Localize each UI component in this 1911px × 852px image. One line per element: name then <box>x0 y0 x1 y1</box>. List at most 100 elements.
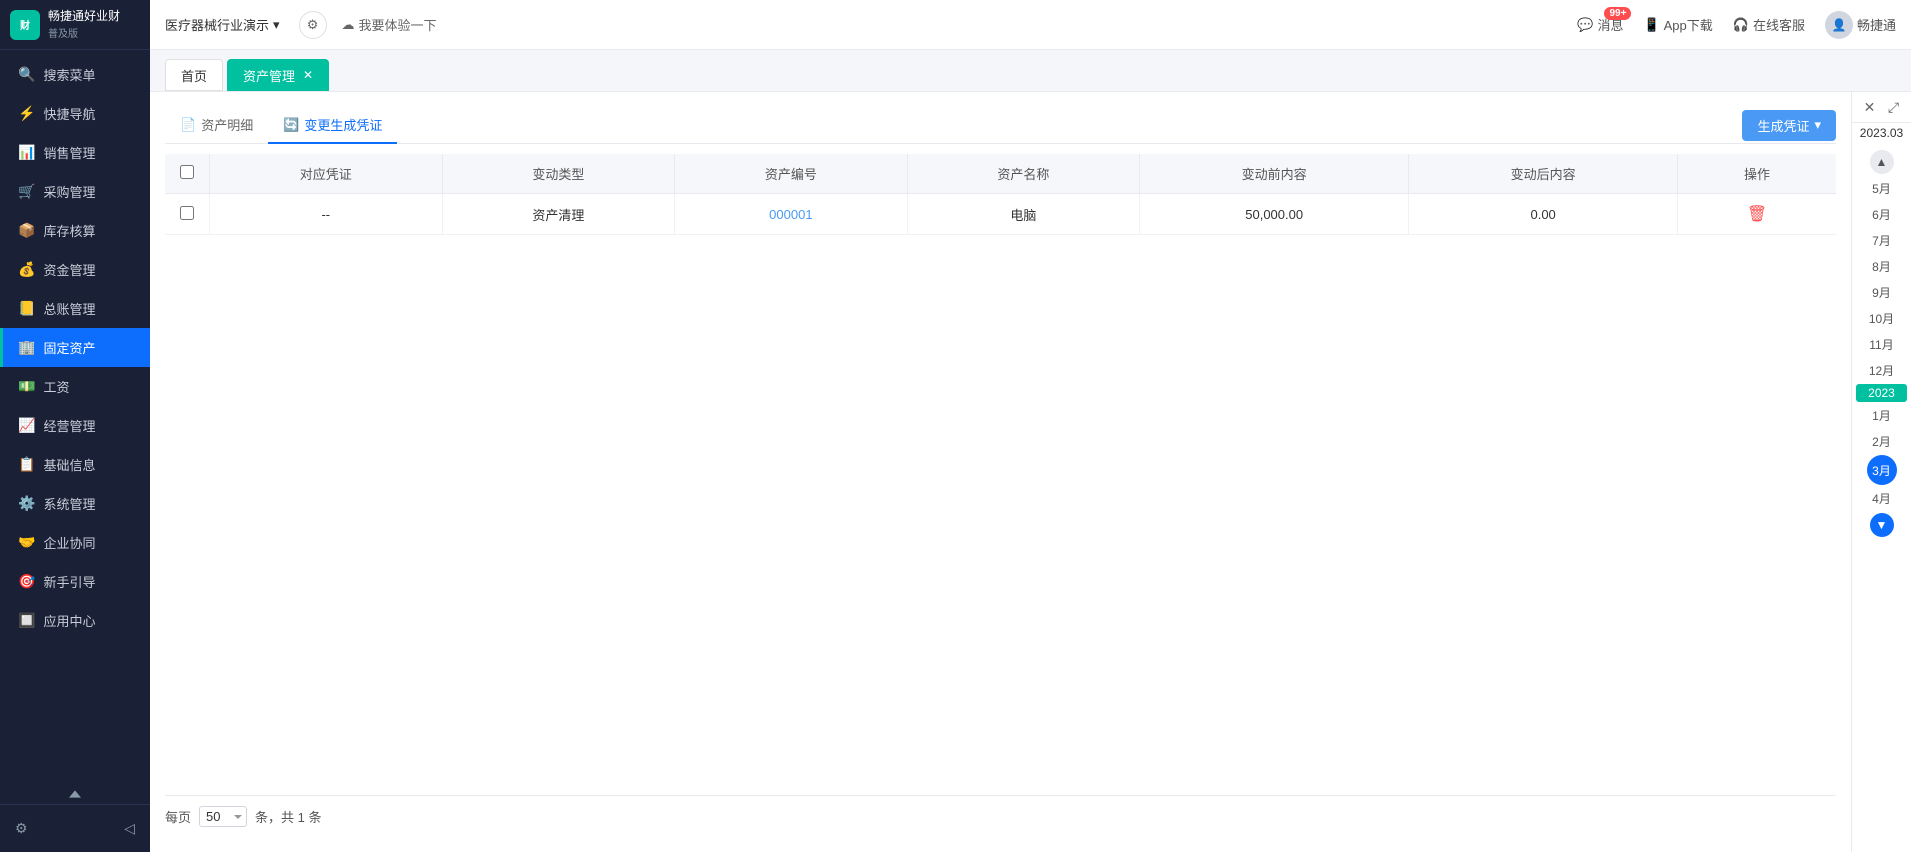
timeline-month-6月[interactable]: 6月 <box>1856 202 1907 227</box>
row-checkbox[interactable] <box>180 206 194 220</box>
sidebar-logo: 财 畅捷通好业财 普及版 <box>0 0 150 50</box>
main-wrapper: 医疗器械行业演示 ▾ ⚙ ☁ 我要体验一下 💬 消息 99+ 📱 App下载 🎧… <box>150 0 1911 852</box>
th-checkbox <box>165 154 210 194</box>
timeline-month-10月[interactable]: 10月 <box>1856 306 1907 331</box>
sidebar-item-inventory[interactable]: 📦库存核算 <box>0 211 150 250</box>
th-after-change: 变动后内容 <box>1409 154 1678 194</box>
row-checkbox-cell <box>165 194 210 235</box>
timeline-year-label: 2023.03 <box>1852 123 1911 143</box>
sidebar-item-guide[interactable]: 🎯新手引导 <box>0 562 150 601</box>
gen-voucher-button[interactable]: 生成凭证 ▾ <box>1742 110 1836 141</box>
sidebar-item-label: 搜索菜单 <box>43 65 95 84</box>
timeline-month-7月[interactable]: 7月 <box>1856 228 1907 253</box>
th-operation: 操作 <box>1678 154 1836 194</box>
sidebar-item-label: 固定资产 <box>43 338 95 357</box>
timeline-month-1月[interactable]: 1月 <box>1856 403 1907 428</box>
sidebar-item-sales[interactable]: 📊销售管理 <box>0 133 150 172</box>
sidebar-item-label: 基础信息 <box>43 455 95 474</box>
settings-footer-icon[interactable]: ⚙ <box>15 820 28 837</box>
collapse-icon[interactable]: ◁ <box>124 820 135 837</box>
inventory-icon: 📦 <box>18 222 35 239</box>
th-voucher: 对应凭证 <box>210 154 443 194</box>
timeline-month-8月[interactable]: 8月 <box>1856 254 1907 279</box>
sidebar-footer: ⚙ ◁ <box>0 804 150 852</box>
system-icon: ⚙️ <box>18 495 35 512</box>
header-settings-button[interactable]: ⚙ <box>299 11 327 39</box>
sales-icon: 📊 <box>18 144 35 161</box>
sidebar-item-label: 采购管理 <box>43 182 95 201</box>
th-change-type: 变动类型 <box>442 154 675 194</box>
chevron-down-icon: ▾ <box>273 17 280 33</box>
sidebar-item-label: 快捷导航 <box>43 104 95 123</box>
sidebar-item-operations[interactable]: 📈经营管理 <box>0 406 150 445</box>
sidebar-item-label: 系统管理 <box>43 494 95 513</box>
th-before-change: 变动前内容 <box>1140 154 1409 194</box>
sidebar-item-funds[interactable]: 💰资金管理 <box>0 250 150 289</box>
sidebar-item-system[interactable]: ⚙️ 系统管理 <box>0 484 150 523</box>
fixed-assets-icon: 🏢 <box>18 339 35 356</box>
app-download-action[interactable]: 📱 App下载 <box>1643 15 1712 34</box>
timeline-month-12月[interactable]: 12月 <box>1856 358 1907 383</box>
sidebar-item-base-info[interactable]: 📋基础信息 <box>0 445 150 484</box>
sidebar-item-app-center[interactable]: 🔲 应用中心 <box>0 601 150 640</box>
sub-tab-asset-detail-label: 资产明细 <box>201 115 253 134</box>
sidebar-nav: 🔍搜索菜单 ⚡ 快捷导航 📊销售管理🛒采购管理📦库存核算💰资金管理📒总账管理 🏢 固定资产… <box>0 50 150 784</box>
tab-close-icon[interactable]: ✕ <box>303 69 313 81</box>
timeline-month-2月[interactable]: 2月 <box>1856 429 1907 454</box>
timeline-nav-up[interactable]: ▲ <box>1870 150 1894 174</box>
payroll-icon: 💵 <box>18 378 35 395</box>
user-action[interactable]: 👤 畅捷通 <box>1825 11 1896 39</box>
tab-home-label: 首页 <box>181 66 207 85</box>
sidebar-item-label: 经营管理 <box>43 416 95 435</box>
message-badge: 99+ <box>1604 7 1631 20</box>
timeline-month-3月[interactable]: 3月 <box>1867 455 1897 485</box>
row-change-type: 资产清理 <box>442 194 675 235</box>
timeline-nav-down[interactable]: ▼ <box>1870 513 1894 537</box>
phone-icon: 📱 <box>1643 17 1659 33</box>
sidebar-item-label: 应用中心 <box>43 611 95 630</box>
panel-header: ✕ ⤢ <box>1852 92 1911 123</box>
sidebar-item-enterprise[interactable]: 🤝企业协同 <box>0 523 150 562</box>
delete-icon[interactable]: 🗑 <box>1747 206 1767 223</box>
sidebar-item-label: 企业协同 <box>43 533 95 552</box>
timeline-month-11月[interactable]: 11月 <box>1856 332 1907 357</box>
timeline-month-9月[interactable]: 9月 <box>1856 280 1907 305</box>
timeline-month-5月[interactable]: 5月 <box>1856 176 1907 201</box>
panel-expand-button[interactable]: ⤢ <box>1884 97 1903 117</box>
sidebar-scroll-up[interactable] <box>0 784 150 804</box>
header-left: 医疗器械行业演示 ▾ ⚙ ☁ 我要体验一下 <box>165 11 1577 39</box>
message-action[interactable]: 💬 消息 99+ <box>1577 15 1623 34</box>
experience-button[interactable]: ☁ 我要体验一下 <box>342 15 441 34</box>
sidebar-item-search[interactable]: 🔍搜索菜单 <box>0 55 150 94</box>
sidebar-item-ledger[interactable]: 📒总账管理 <box>0 289 150 328</box>
tab-home[interactable]: 首页 <box>165 59 223 91</box>
timeline-current-year[interactable]: 2023 <box>1856 384 1907 402</box>
sub-tab-change-voucher[interactable]: 🔄 变更生成凭证 <box>268 107 397 144</box>
per-page-select[interactable]: 20 50 100 <box>199 806 247 827</box>
row-after-change: 0.00 <box>1409 194 1678 235</box>
timeline-container: ▲ 5月6月7月8月9月10月11月12月20231月2月3月4月▼ <box>1852 143 1911 852</box>
ledger-icon: 📒 <box>18 300 35 317</box>
company-selector[interactable]: 医疗器械行业演示 ▾ <box>165 15 284 34</box>
sidebar: 财 畅捷通好业财 普及版 🔍搜索菜单 ⚡ 快捷导航 📊销售管理🛒采购管理📦库存核算💰资… <box>0 0 150 852</box>
data-table: 对应凭证 变动类型 资产编号 资产名称 <box>165 154 1836 235</box>
sidebar-item-quick-nav[interactable]: ⚡ 快捷导航 <box>0 94 150 133</box>
online-service-action[interactable]: 🎧 在线客服 <box>1733 15 1805 34</box>
sidebar-item-label: 资金管理 <box>43 260 95 279</box>
timeline-month-4月[interactable]: 4月 <box>1856 486 1907 511</box>
sub-tab-asset-detail[interactable]: 📄 资产明细 <box>165 107 268 144</box>
sidebar-item-payroll[interactable]: 💵工资 <box>0 367 150 406</box>
panel-close-button[interactable]: ✕ <box>1860 97 1879 117</box>
tab-asset-management[interactable]: 资产管理 ✕ <box>227 59 329 91</box>
sidebar-item-purchase[interactable]: 🛒采购管理 <box>0 172 150 211</box>
username-label: 畅捷通 <box>1857 15 1896 34</box>
select-all-checkbox[interactable] <box>180 165 194 179</box>
row-operation: 🗑 <box>1678 194 1836 235</box>
quick-nav-icon: ⚡ <box>18 105 35 122</box>
app-center-icon: 🔲 <box>18 612 35 629</box>
sidebar-item-fixed-assets[interactable]: 🏢 固定资产 <box>0 328 150 367</box>
online-service-label: 在线客服 <box>1753 15 1805 34</box>
tab-asset-label: 资产管理 <box>243 66 295 85</box>
per-page-label: 每页 <box>165 807 191 826</box>
page-content: 📄 资产明细 🔄 变更生成凭证 生成凭证 ▾ <box>150 92 1911 852</box>
